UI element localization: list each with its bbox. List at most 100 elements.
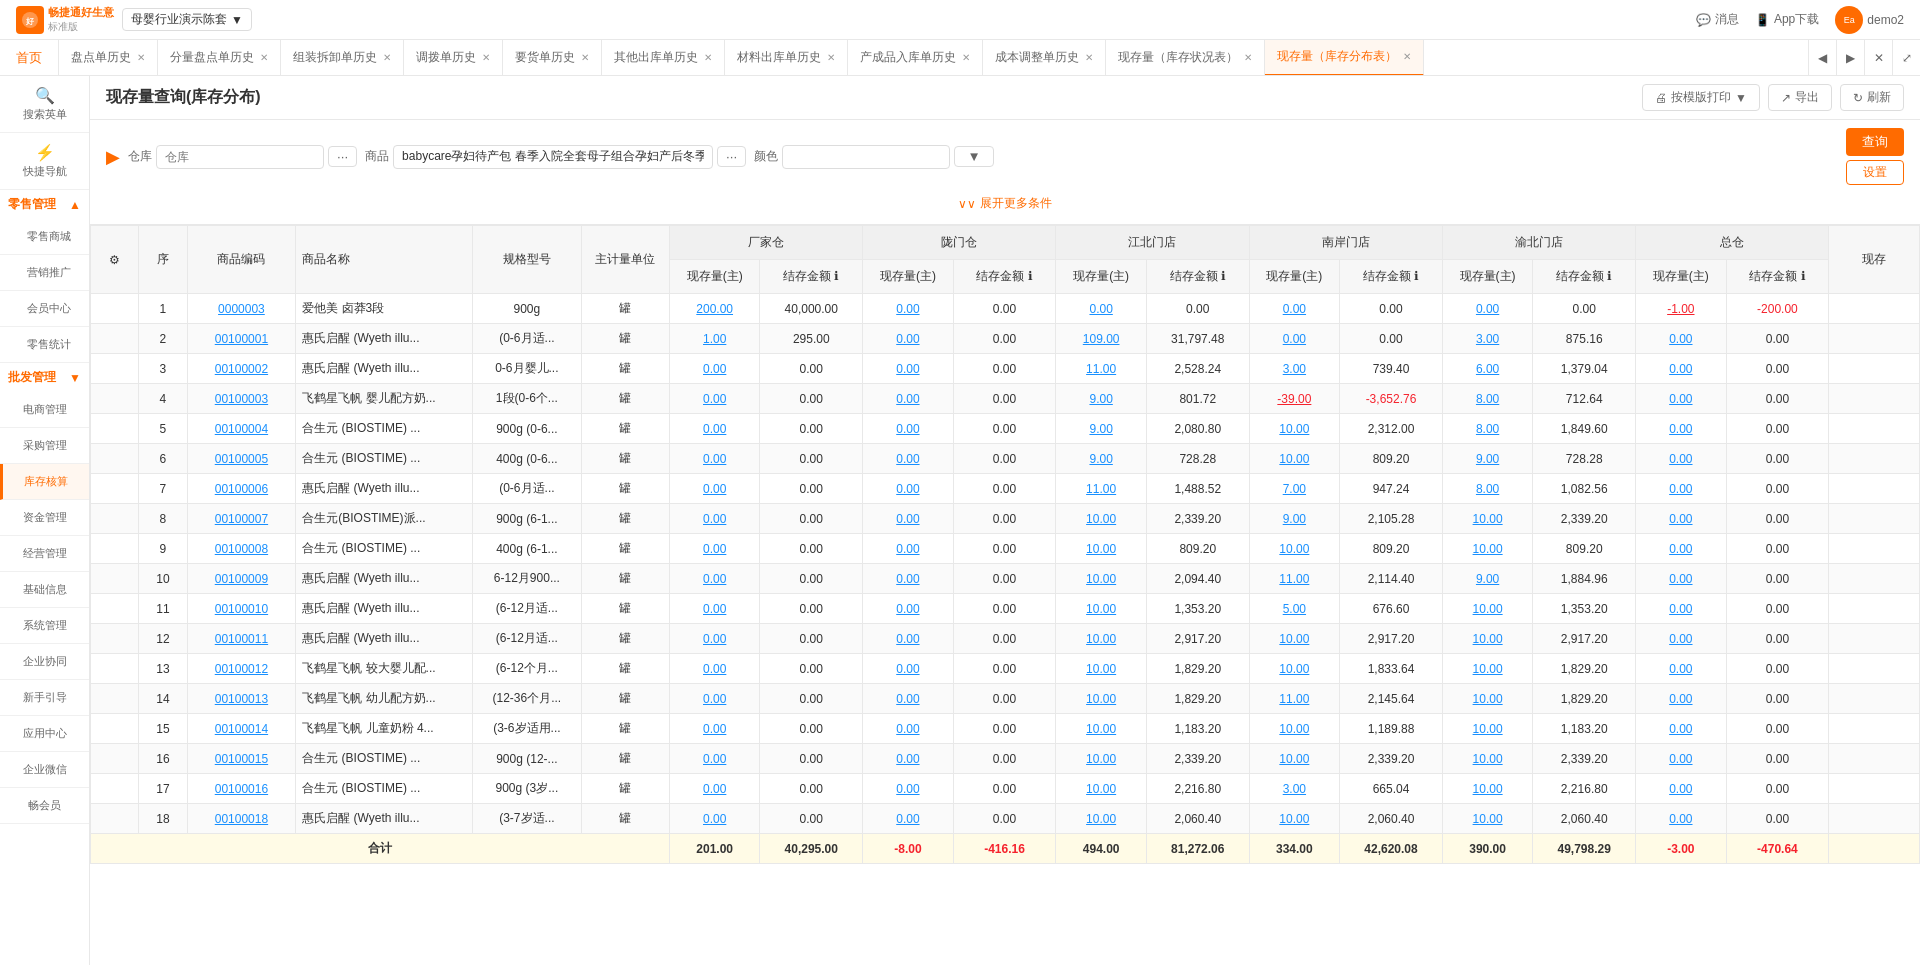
- sidebar-item-member[interactable]: 会员中心: [0, 291, 89, 327]
- sidebar-item-retail-stats[interactable]: 零售统计: [0, 327, 89, 363]
- th-nanbin-amt: 结存金额 ℹ: [1340, 260, 1443, 294]
- sidebar-item-enterprise[interactable]: 企业协同: [0, 644, 89, 680]
- th-jiangbei-amt: 结存金额 ℹ: [1146, 260, 1249, 294]
- th-no: 序: [139, 226, 187, 294]
- th-factory-qty: 现存量(主): [669, 260, 760, 294]
- th-factory-amt: 结存金额 ℹ: [760, 260, 863, 294]
- sidebar-item-ecommerce[interactable]: 电商管理: [0, 392, 89, 428]
- sidebar-item-search[interactable]: 🔍 搜索英单: [0, 76, 89, 133]
- sidebar-item-wechat[interactable]: 企业微信: [0, 752, 89, 788]
- warehouse-input[interactable]: [156, 145, 324, 169]
- print-button[interactable]: 🖨 按模版打印 ▼: [1642, 84, 1760, 111]
- close-icon[interactable]: ✕: [1244, 52, 1252, 63]
- tab-order[interactable]: 要货单历史 ✕: [503, 40, 602, 76]
- color-input[interactable]: [782, 145, 950, 169]
- tab-next-button[interactable]: ▶: [1836, 40, 1864, 76]
- tab-close-all-button[interactable]: ✕: [1864, 40, 1892, 76]
- table-row: 16 00100015 合生元 (BIOSTIME) ... 900g (12-…: [91, 744, 1920, 774]
- sidebar-item-finance[interactable]: 资金管理: [0, 500, 89, 536]
- tab-cost-adjust[interactable]: 成本调整单历史 ✕: [983, 40, 1106, 76]
- export-button[interactable]: ↗ 导出: [1768, 84, 1832, 111]
- sidebar-item-marketing[interactable]: 营销推广: [0, 255, 89, 291]
- goods-input[interactable]: [393, 145, 713, 169]
- tab-stock-distribution[interactable]: 现存量（库存分布表） ✕: [1265, 40, 1424, 76]
- table-row: 4 00100003 飞鹤星飞帆 婴儿配方奶... 1段(0-6个... 罐 0…: [91, 384, 1920, 414]
- close-icon[interactable]: ✕: [962, 52, 970, 63]
- close-icon[interactable]: ✕: [827, 52, 835, 63]
- tab-portion-count[interactable]: 分量盘点单历史 ✕: [158, 40, 281, 76]
- goods-picker-button[interactable]: ···: [717, 146, 746, 167]
- flash-icon: ⚡: [4, 143, 85, 162]
- main-layout: 🔍 搜索英单 ⚡ 快捷导航 零售管理 ▲ 零售商城 营销推广 会员中心 零售统计…: [0, 76, 1920, 965]
- chevron-up-icon: ▲: [69, 198, 81, 212]
- warehouse-field: 仓库 ···: [128, 145, 357, 169]
- sidebar-item-quicknav[interactable]: ⚡ 快捷导航: [0, 133, 89, 190]
- tab-product-inbound[interactable]: 产成品入库单历史 ✕: [848, 40, 983, 76]
- table-row: 13 00100012 飞鹤星飞帆 较大婴儿配... (6-12个月... 罐 …: [91, 654, 1920, 684]
- query-button[interactable]: 查询: [1846, 128, 1904, 156]
- app-download-button[interactable]: 📱 App下载: [1755, 11, 1819, 28]
- table-row: 14 00100013 飞鹤星飞帆 幼儿配方奶... (12-36个月... 罐…: [91, 684, 1920, 714]
- th-total-amt: 结存金额 ℹ: [1726, 260, 1829, 294]
- sidebar-section-retail[interactable]: 零售管理 ▲: [0, 190, 89, 219]
- tab-home[interactable]: 首页: [0, 40, 59, 76]
- industry-select[interactable]: 母婴行业演示陈套 ▼: [122, 8, 252, 31]
- th-settings[interactable]: ⚙: [91, 226, 139, 294]
- collapse-arrow[interactable]: ▶: [106, 146, 120, 168]
- sidebar-item-basic-info[interactable]: 基础信息: [0, 572, 89, 608]
- tab-inventory-count[interactable]: 盘点单历史 ✕: [59, 40, 158, 76]
- sidebar-item-appcenter[interactable]: 应用中心: [0, 716, 89, 752]
- th-yubei-qty: 现存量(主): [1442, 260, 1533, 294]
- user-profile[interactable]: Ea demo2: [1835, 6, 1904, 34]
- tab-material-outbound[interactable]: 材料出库单历史 ✕: [725, 40, 848, 76]
- table-row: 6 00100005 合生元 (BIOSTIME) ... 400g (0-6.…: [91, 444, 1920, 474]
- sidebar-item-operations[interactable]: 经营管理: [0, 536, 89, 572]
- color-picker-button[interactable]: ▼: [954, 146, 994, 167]
- sidebar-item-purchase[interactable]: 采购管理: [0, 428, 89, 464]
- tab-stock-status[interactable]: 现存量（库存状况表） ✕: [1106, 40, 1265, 76]
- close-icon[interactable]: ✕: [1403, 51, 1411, 62]
- th-nanbin-qty: 现存量(主): [1249, 260, 1340, 294]
- sidebar-item-system[interactable]: 系统管理: [0, 608, 89, 644]
- logo-icon: 好: [16, 6, 44, 34]
- tab-prev-button[interactable]: ◀: [1808, 40, 1836, 76]
- close-icon[interactable]: ✕: [482, 52, 490, 63]
- close-icon[interactable]: ✕: [260, 52, 268, 63]
- setting-button[interactable]: 设置: [1846, 160, 1904, 185]
- table-row: 15 00100014 飞鹤星飞帆 儿童奶粉 4... (3-6岁适用... 罐…: [91, 714, 1920, 744]
- search-icon: 🔍: [4, 86, 85, 105]
- message-icon: 💬: [1696, 13, 1711, 27]
- warehouse-picker-button[interactable]: ···: [328, 146, 357, 167]
- tab-transfer[interactable]: 调拨单历史 ✕: [404, 40, 503, 76]
- tab-assembly[interactable]: 组装拆卸单历史 ✕: [281, 40, 404, 76]
- table-row: 18 00100018 惠氏启醒 (Wyeth illu... (3-7岁适..…: [91, 804, 1920, 834]
- close-icon[interactable]: ✕: [704, 52, 712, 63]
- th-factory-warehouse: 厂家仓: [669, 226, 862, 260]
- messages-button[interactable]: 💬 消息: [1696, 11, 1739, 28]
- tab-fullscreen-button[interactable]: ⤢: [1892, 40, 1920, 76]
- close-icon[interactable]: ✕: [1085, 52, 1093, 63]
- sidebar-item-inventory[interactable]: 库存核算: [0, 464, 89, 500]
- table-container: ⚙ 序 商品编码 商品名称 规格型号 主计量单位 厂家仓 陇门仓 江北门店 南岸…: [90, 225, 1920, 965]
- goods-field: 商品 ···: [365, 145, 746, 169]
- th-current-last: 现存: [1829, 226, 1920, 294]
- sidebar-item-vip[interactable]: 畅会员: [0, 788, 89, 824]
- expand-conditions-button[interactable]: ∨∨ 展开更多条件: [106, 191, 1904, 216]
- th-longmen-warehouse: 陇门仓: [863, 226, 1056, 260]
- sidebar-item-retail-mall[interactable]: 零售商城: [0, 219, 89, 255]
- tabs-scroll: 盘点单历史 ✕ 分量盘点单历史 ✕ 组装拆卸单历史 ✕ 调拨单历史 ✕ 要货单历…: [59, 40, 1808, 76]
- export-icon: ↗: [1781, 91, 1791, 105]
- close-icon[interactable]: ✕: [137, 52, 145, 63]
- refresh-button[interactable]: ↻ 刷新: [1840, 84, 1904, 111]
- chevron-down-icon: ▼: [231, 13, 243, 27]
- table-row: 7 00100006 惠氏启醒 (Wyeth illu... (0-6月适...…: [91, 474, 1920, 504]
- sidebar-section-wholesale[interactable]: 批发管理 ▼: [0, 363, 89, 392]
- sidebar-item-tutorial[interactable]: 新手引导: [0, 680, 89, 716]
- close-icon[interactable]: ✕: [383, 52, 391, 63]
- close-icon[interactable]: ✕: [581, 52, 589, 63]
- th-total-qty: 现存量(主): [1636, 260, 1727, 294]
- table-row: 5 00100004 合生元 (BIOSTIME) ... 900g (0-6.…: [91, 414, 1920, 444]
- top-bar: 好 畅捷通好生意 标准版 母婴行业演示陈套 ▼ 💬 消息 📱 App下载 Ea …: [0, 0, 1920, 40]
- avatar: Ea: [1835, 6, 1863, 34]
- tab-outbound[interactable]: 其他出库单历史 ✕: [602, 40, 725, 76]
